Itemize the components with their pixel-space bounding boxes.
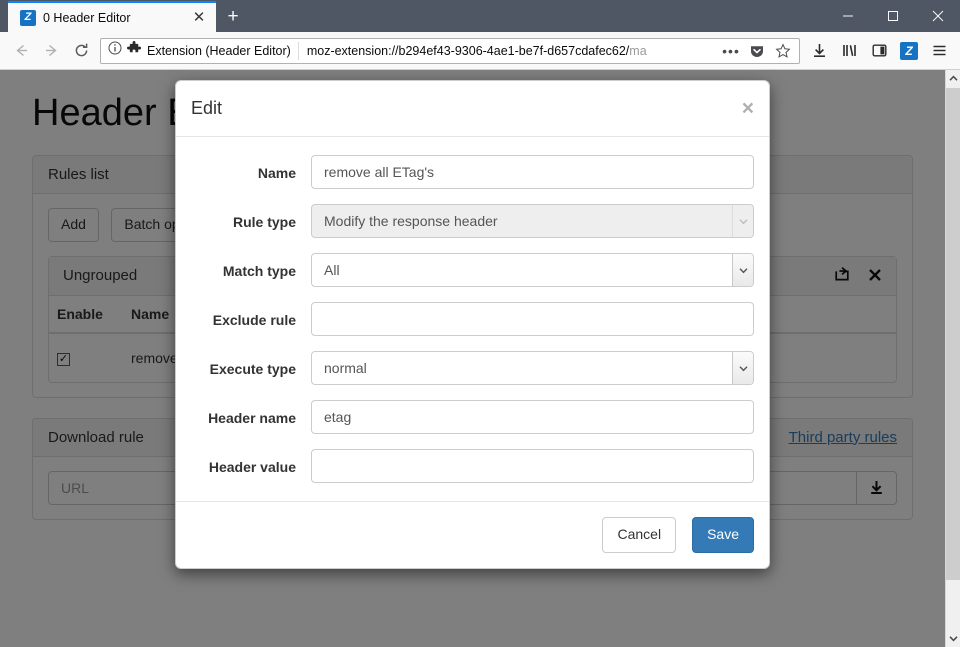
chevron-down-icon [732, 254, 753, 286]
field-match-type: All [311, 253, 754, 287]
window-controls [825, 0, 960, 32]
address-bar[interactable]: Extension (Header Editor) moz-extension:… [100, 38, 800, 64]
page-actions-glyph: ••• [722, 43, 740, 59]
label-exclude-rule: Exclude rule [191, 302, 311, 330]
urlbar-actions: ••• [719, 40, 795, 62]
tab-strip: Z 0 Header Editor ✕ + [0, 0, 250, 32]
sidebar-icon[interactable] [864, 37, 894, 65]
browser-window: Z 0 Header Editor ✕ + [0, 0, 960, 647]
minimize-icon[interactable] [825, 0, 870, 32]
page-scrollbar[interactable] [945, 70, 960, 647]
label-header-name: Header name [191, 400, 311, 428]
label-execute-type: Execute type [191, 351, 311, 379]
dialog-footer: Cancel Save [176, 501, 769, 568]
tab-title: 0 Header Editor [43, 11, 183, 25]
field-execute-type: normal [311, 351, 754, 385]
dialog-title: Edit [191, 96, 222, 121]
library-icon[interactable] [834, 37, 864, 65]
field-header-value [311, 449, 754, 483]
rule-type-select: Modify the response header [311, 204, 754, 238]
execute-type-select[interactable]: normal [311, 351, 754, 385]
field-exclude-rule [311, 302, 754, 336]
field-rule-type: Modify the response header [311, 204, 754, 238]
label-match-type: Match type [191, 253, 311, 281]
extension-badge: Z [900, 42, 918, 60]
reload-icon[interactable] [66, 37, 96, 65]
chevron-down-icon [732, 205, 753, 237]
url-text[interactable]: moz-extension://b294ef43-9306-4ae1-be7f-… [307, 44, 719, 58]
header-value-field[interactable] [311, 449, 754, 483]
close-icon[interactable] [915, 0, 960, 32]
maximize-icon[interactable] [870, 0, 915, 32]
match-type-select[interactable]: All [311, 253, 754, 287]
scrollbar-thumb[interactable] [946, 88, 960, 580]
pocket-icon[interactable] [745, 40, 769, 62]
url-path-dim: ma [629, 44, 646, 58]
form-row-header-name: Header name etag [191, 400, 754, 434]
url-origin: moz-extension://b294ef43-9306-4ae1-be7f-… [307, 44, 629, 58]
form-row-name: Name remove all ETag's [191, 155, 754, 189]
rule-type-value: Modify the response header [324, 213, 732, 229]
field-header-name: etag [311, 400, 754, 434]
tab-close-icon[interactable]: ✕ [190, 9, 208, 27]
scroll-up-icon[interactable] [946, 70, 960, 87]
scroll-down-icon[interactable] [946, 630, 960, 647]
execute-type-value: normal [324, 360, 732, 376]
form-row-header-value: Header value [191, 449, 754, 483]
page-actions-icon[interactable]: ••• [719, 40, 743, 62]
form-row-rule-type: Rule type Modify the response header [191, 204, 754, 238]
extension-puzzle-icon [127, 41, 142, 61]
edit-rule-dialog: Edit × Name remove all ETag's Rule type … [175, 80, 770, 569]
exclude-rule-field[interactable] [311, 302, 754, 336]
tab-header-editor[interactable]: Z 0 Header Editor ✕ [8, 1, 216, 32]
dialog-close-icon[interactable]: × [742, 98, 754, 119]
label-rule-type: Rule type [191, 204, 311, 232]
app-menu-icon[interactable] [924, 37, 954, 65]
bookmark-star-icon[interactable] [771, 40, 795, 62]
downloads-icon[interactable] [804, 37, 834, 65]
back-icon[interactable] [6, 37, 36, 65]
match-type-value: All [324, 262, 732, 278]
identity-label: Extension (Header Editor) [147, 44, 291, 58]
form-row-execute-type: Execute type normal [191, 351, 754, 385]
label-header-value: Header value [191, 449, 311, 477]
name-field[interactable]: remove all ETag's [311, 155, 754, 189]
save-button[interactable]: Save [692, 517, 754, 553]
dialog-header: Edit × [176, 81, 769, 137]
page-info-icon [108, 41, 122, 60]
form-row-match-type: Match type All [191, 253, 754, 287]
header-name-field[interactable]: etag [311, 400, 754, 434]
cancel-button[interactable]: Cancel [602, 517, 676, 553]
form-row-exclude-rule: Exclude rule [191, 302, 754, 336]
chevron-down-icon [732, 352, 753, 384]
forward-icon[interactable] [36, 37, 66, 65]
header-editor-extension-icon[interactable]: Z [894, 37, 924, 65]
header-editor-favicon: Z [20, 10, 36, 26]
new-tab-button[interactable]: + [216, 2, 250, 32]
navigation-toolbar: Extension (Header Editor) moz-extension:… [0, 32, 960, 70]
identity-box[interactable]: Extension (Header Editor) [108, 42, 299, 60]
title-bar: Z 0 Header Editor ✕ + [0, 0, 960, 32]
dialog-body: Name remove all ETag's Rule type Modify … [176, 137, 769, 501]
field-name: remove all ETag's [311, 155, 754, 189]
label-name: Name [191, 155, 311, 183]
